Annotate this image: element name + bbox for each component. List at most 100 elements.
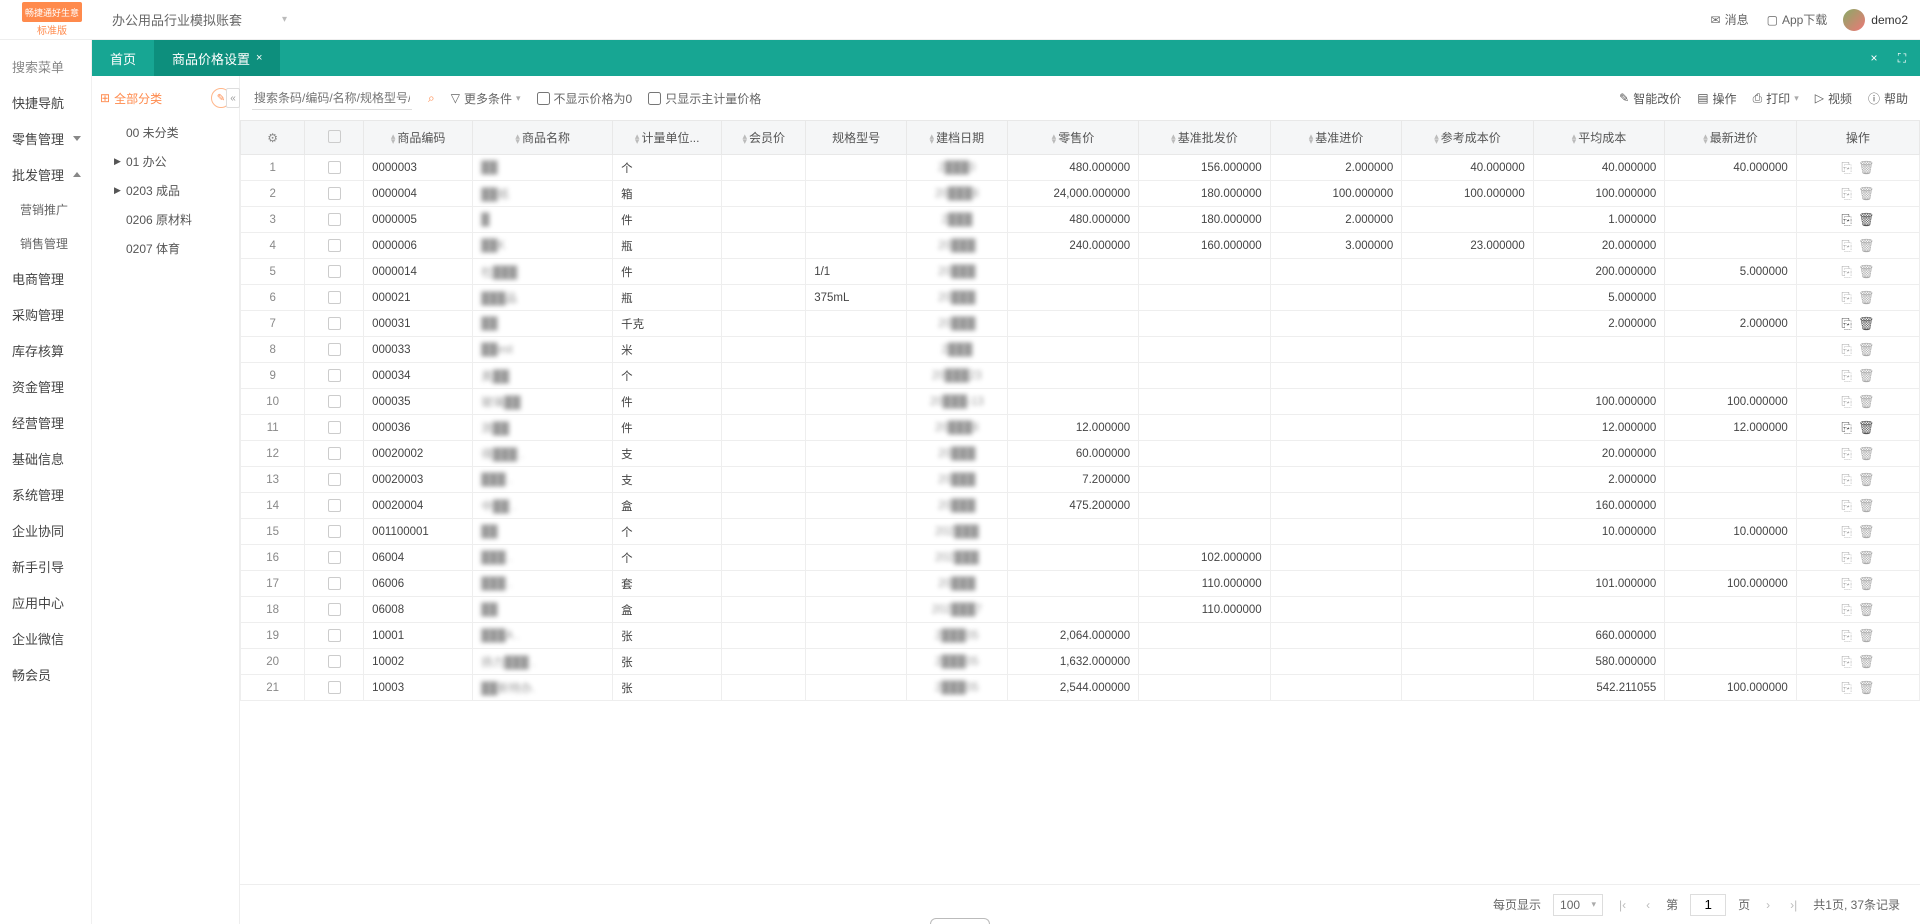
col-avg[interactable]: ▴▾平均成本 — [1533, 121, 1665, 155]
delete-icon[interactable]: 🗑 — [1858, 446, 1875, 462]
row-checkbox[interactable] — [305, 181, 364, 207]
delete-icon[interactable]: 🗑 — [1858, 524, 1875, 540]
col-spec[interactable]: 规格型号 — [806, 121, 907, 155]
smart-edit-button[interactable]: ✎ 智能改价 — [1619, 90, 1681, 107]
col-unit[interactable]: ▴▾计量单位... — [613, 121, 722, 155]
table-row[interactable]: 17 06006 ███ . 套 20███ 110.000000 101.00… — [241, 571, 1920, 597]
row-checkbox[interactable] — [305, 597, 364, 623]
table-row[interactable]: 10 000035 玻璃██ 件 20███-13 100.000000 100… — [241, 389, 1920, 415]
nav-wholesale[interactable]: 批发管理 — [0, 156, 91, 192]
row-checkbox[interactable] — [305, 389, 364, 415]
user-menu[interactable]: demo2 — [1827, 9, 1908, 31]
table-wrap[interactable]: ⚙ ▴▾商品编码 ▴▾商品名称 ▴▾计量单位... ▴▾会员价 规格型号 ▴▾建… — [240, 120, 1920, 884]
table-row[interactable]: 6 000021 ███品 瓶 375mL 20███ 5.000000 ⎘🗑 — [241, 285, 1920, 311]
row-checkbox[interactable] — [305, 545, 364, 571]
delete-icon[interactable]: 🗑 — [1858, 628, 1875, 644]
table-row[interactable]: 3 0000005 █ 件 2███ 480.000000 180.000000… — [241, 207, 1920, 233]
nav-sub-sales[interactable]: 销售管理 — [0, 226, 91, 260]
col-wholesale[interactable]: ▴▾基准批发价 — [1139, 121, 1271, 155]
fullscreen-icon[interactable]: ⛶ — [1892, 51, 1912, 66]
copy-icon[interactable]: ⎘ — [1841, 212, 1851, 228]
nav-inventory[interactable]: 库存核算 — [0, 332, 91, 368]
col-member[interactable]: ▴▾会员价 — [722, 121, 806, 155]
pager-last[interactable]: ›| — [1786, 898, 1801, 912]
print-button[interactable]: ⎙ 打印 ▾ — [1753, 90, 1799, 107]
table-row[interactable]: 14 00020004 中██ . 盒 20███ 475.200000 160… — [241, 493, 1920, 519]
copy-icon[interactable]: ⎘ — [1841, 394, 1851, 410]
row-checkbox[interactable] — [305, 155, 364, 181]
nav-basic[interactable]: 基础信息 — [0, 440, 91, 476]
row-checkbox[interactable] — [305, 207, 364, 233]
delete-icon[interactable]: 🗑 — [1858, 680, 1875, 696]
row-checkbox[interactable] — [305, 285, 364, 311]
row-checkbox[interactable] — [305, 441, 364, 467]
chevron-down-icon[interactable]: ▾ — [282, 14, 287, 25]
nav-purchase[interactable]: 采购管理 — [0, 296, 91, 332]
copy-icon[interactable]: ⎘ — [1841, 368, 1851, 384]
show-main-checkbox[interactable]: 只显示主计量价格 — [648, 90, 761, 107]
hide-zero-checkbox[interactable]: 不显示价格为0 — [537, 90, 633, 107]
category-item[interactable]: 0207 体育 — [100, 234, 231, 263]
delete-icon[interactable]: 🗑 — [1858, 238, 1875, 254]
video-button[interactable]: ▷ 视频 — [1815, 90, 1852, 107]
nav-business[interactable]: 经营管理 — [0, 404, 91, 440]
table-row[interactable]: 2 0000004 ██纸 箱 20███8 24,000.000000 180… — [241, 181, 1920, 207]
nav-finance[interactable]: 资金管理 — [0, 368, 91, 404]
copy-icon[interactable]: ⎘ — [1841, 238, 1851, 254]
col-name[interactable]: ▴▾商品名称 — [473, 121, 613, 155]
delete-icon[interactable]: 🗑 — [1858, 550, 1875, 566]
copy-icon[interactable]: ⎘ — [1841, 550, 1851, 566]
row-checkbox[interactable] — [305, 337, 364, 363]
copy-icon[interactable]: ⎘ — [1841, 654, 1851, 670]
table-row[interactable]: 1 0000003 ██ 个 2███0 480.000000 156.0000… — [241, 155, 1920, 181]
col-latest[interactable]: ▴▾最新进价 — [1665, 121, 1797, 155]
copy-icon[interactable]: ⎘ — [1841, 342, 1851, 358]
col-code[interactable]: ▴▾商品编码 — [364, 121, 473, 155]
delete-icon[interactable]: 🗑 — [1858, 160, 1875, 176]
copy-icon[interactable]: ⎘ — [1841, 160, 1851, 176]
search-input[interactable] — [252, 87, 412, 110]
nav-ecommerce[interactable]: 电商管理 — [0, 260, 91, 296]
message-button[interactable]: ✉ 消息 — [1711, 11, 1749, 28]
search-icon[interactable]: ⌕ — [428, 91, 435, 106]
page-size-select[interactable]: 100 ▾ — [1553, 894, 1603, 916]
table-row[interactable]: 15 001100001 ██ 个 202███ 10.000000 10.00… — [241, 519, 1920, 545]
operate-button[interactable]: ▤ 操作 — [1697, 90, 1736, 107]
copy-icon[interactable]: ⎘ — [1841, 628, 1851, 644]
col-purchase[interactable]: ▴▾基准进价 — [1270, 121, 1402, 155]
org-name[interactable]: 办公用品行业模拟账套 — [112, 10, 242, 29]
delete-icon[interactable]: 🗑 — [1858, 576, 1875, 592]
nav-wechat[interactable]: 企业微信 — [0, 620, 91, 656]
row-checkbox[interactable] — [305, 467, 364, 493]
pager-next[interactable]: › — [1762, 898, 1774, 912]
tab-price-setting[interactable]: 商品价格设置 × — [154, 40, 280, 76]
table-row[interactable]: 19 10001 ███A . 张 2███05 2,064.000000 66… — [241, 623, 1920, 649]
more-filter-button[interactable]: ▽ 更多条件 ▾ — [451, 90, 521, 107]
help-button[interactable]: ⓘ 帮助 — [1868, 90, 1908, 107]
delete-icon[interactable]: 🗑 — [1858, 654, 1875, 670]
nav-search[interactable]: 搜索菜单 — [0, 48, 91, 84]
pager-prev[interactable]: ‹ — [1642, 898, 1654, 912]
table-row[interactable]: 13 00020003 ███ . 支 20███ 7.200000 2.000… — [241, 467, 1920, 493]
table-row[interactable]: 5 0000014 杜███ 件 1/1 20███ 200.000000 5.… — [241, 259, 1920, 285]
tab-home[interactable]: 首页 — [92, 40, 154, 76]
row-checkbox[interactable] — [305, 493, 364, 519]
delete-icon[interactable]: 🗑 — [1858, 264, 1875, 280]
copy-icon[interactable]: ⎘ — [1841, 602, 1851, 618]
copy-icon[interactable]: ⎘ — [1841, 680, 1851, 696]
category-item[interactable]: 00 未分类 — [100, 118, 231, 147]
delete-icon[interactable]: 🗑 — [1858, 368, 1875, 384]
col-retail[interactable]: ▴▾零售价 — [1007, 121, 1139, 155]
delete-icon[interactable]: 🗑 — [1858, 472, 1875, 488]
row-checkbox[interactable] — [305, 415, 364, 441]
copy-icon[interactable]: ⎘ — [1841, 472, 1851, 488]
copy-icon[interactable]: ⎘ — [1841, 264, 1851, 280]
copy-icon[interactable]: ⎘ — [1841, 290, 1851, 306]
row-checkbox[interactable] — [305, 623, 364, 649]
nav-sub-marketing[interactable]: 营销推广 — [0, 192, 91, 226]
table-row[interactable]: 4 0000006 ██K 瓶 20███ 240.000000 160.000… — [241, 233, 1920, 259]
col-gear[interactable]: ⚙ — [241, 121, 305, 155]
nav-guide[interactable]: 新手引导 — [0, 548, 91, 584]
nav-system[interactable]: 系统管理 — [0, 476, 91, 512]
nav-quicknav[interactable]: 快捷导航 — [0, 84, 91, 120]
